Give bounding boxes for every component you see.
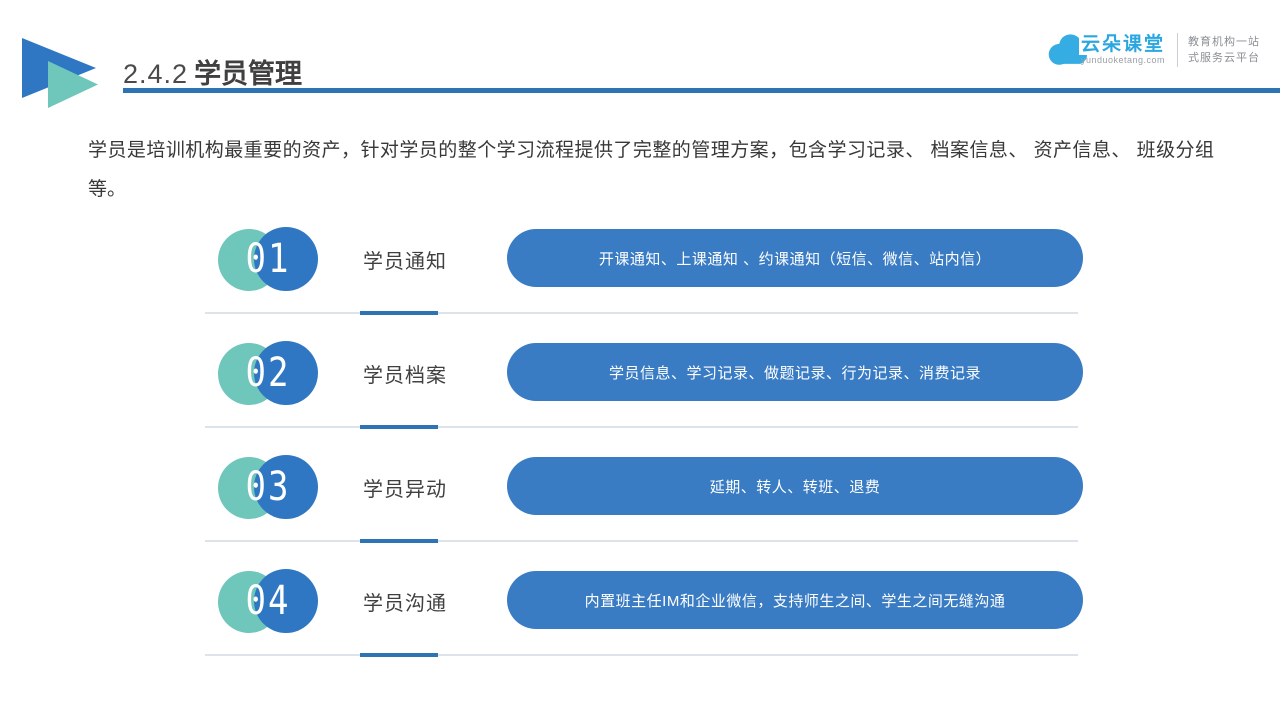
row-detail-text: 学员信息、学习记录、做题记录、行为记录、消费记录 (609, 362, 981, 383)
row-divider (205, 540, 1078, 542)
number-badge: 04 (218, 569, 318, 635)
logo-domain: yunduoketang.com (1079, 55, 1165, 66)
logo-tagline: 教育机构一站 式服务云平台 (1188, 34, 1260, 66)
row-detail-text: 开课通知、上课通知 、约课通知（短信、微信、站内信） (599, 248, 991, 269)
logo-tagline-line1: 教育机构一站 (1188, 34, 1260, 50)
divider-accent (360, 425, 438, 429)
row-number: 01 (218, 221, 318, 297)
number-badge: 01 (218, 227, 318, 293)
section-number: 2.4.2 (123, 59, 188, 89)
row-divider (205, 654, 1078, 656)
row-number: 02 (218, 335, 318, 411)
row-label: 学员通知 (360, 227, 450, 291)
number-badge: 03 (218, 455, 318, 521)
page-title: 2.4.2学员管理 (123, 52, 302, 91)
feature-row-change: 03 学员异动 延期、转人、转班、退费 (0, 455, 1280, 569)
row-detail-pill: 开课通知、上课通知 、约课通知（短信、微信、站内信） (507, 229, 1083, 287)
divider-accent (360, 653, 438, 657)
logo-text-block: 云朵课堂 yunduoketang.com (1079, 35, 1165, 66)
row-detail-pill: 内置班主任IM和企业微信，支持师生之间、学生之间无缝沟通 (507, 571, 1083, 629)
row-divider (205, 426, 1078, 428)
row-detail-text: 内置班主任IM和企业微信，支持师生之间、学生之间无缝沟通 (585, 590, 1006, 611)
section-title: 学员管理 (194, 59, 302, 89)
row-detail-text: 延期、转人、转班、退费 (710, 476, 881, 497)
row-number: 04 (218, 563, 318, 639)
row-detail-pill: 延期、转人、转班、退费 (507, 457, 1083, 515)
feature-row-archive: 02 学员档案 学员信息、学习记录、做题记录、行为记录、消费记录 (0, 341, 1280, 455)
row-label: 学员档案 (360, 341, 450, 405)
brand-logo: 云朵课堂 yunduoketang.com 教育机构一站 式服务云平台 (1047, 30, 1260, 70)
divider-accent (360, 539, 438, 543)
row-detail-pill: 学员信息、学习记录、做题记录、行为记录、消费记录 (507, 343, 1083, 401)
row-label: 学员异动 (360, 455, 450, 519)
feature-row-communicate: 04 学员沟通 内置班主任IM和企业微信，支持师生之间、学生之间无缝沟通 (0, 569, 1280, 683)
logo-tagline-line2: 式服务云平台 (1188, 50, 1260, 66)
row-divider (205, 312, 1078, 314)
feature-row-notify: 01 学员通知 开课通知、上课通知 、约课通知（短信、微信、站内信） (0, 227, 1280, 341)
number-badge: 02 (218, 341, 318, 407)
logo-name: 云朵课堂 (1079, 35, 1165, 55)
row-label: 学员沟通 (360, 569, 450, 633)
slide: 2.4.2学员管理 云朵课堂 yunduoketang.com 教育机构一站 式… (0, 0, 1280, 720)
divider-accent (360, 311, 438, 315)
row-number: 03 (218, 449, 318, 525)
title-underline (123, 88, 1280, 93)
description-text: 学员是培训机构最重要的资产，针对学员的整个学习流程提供了完整的管理方案，包含学习… (88, 131, 1214, 209)
logo-divider (1177, 33, 1178, 67)
